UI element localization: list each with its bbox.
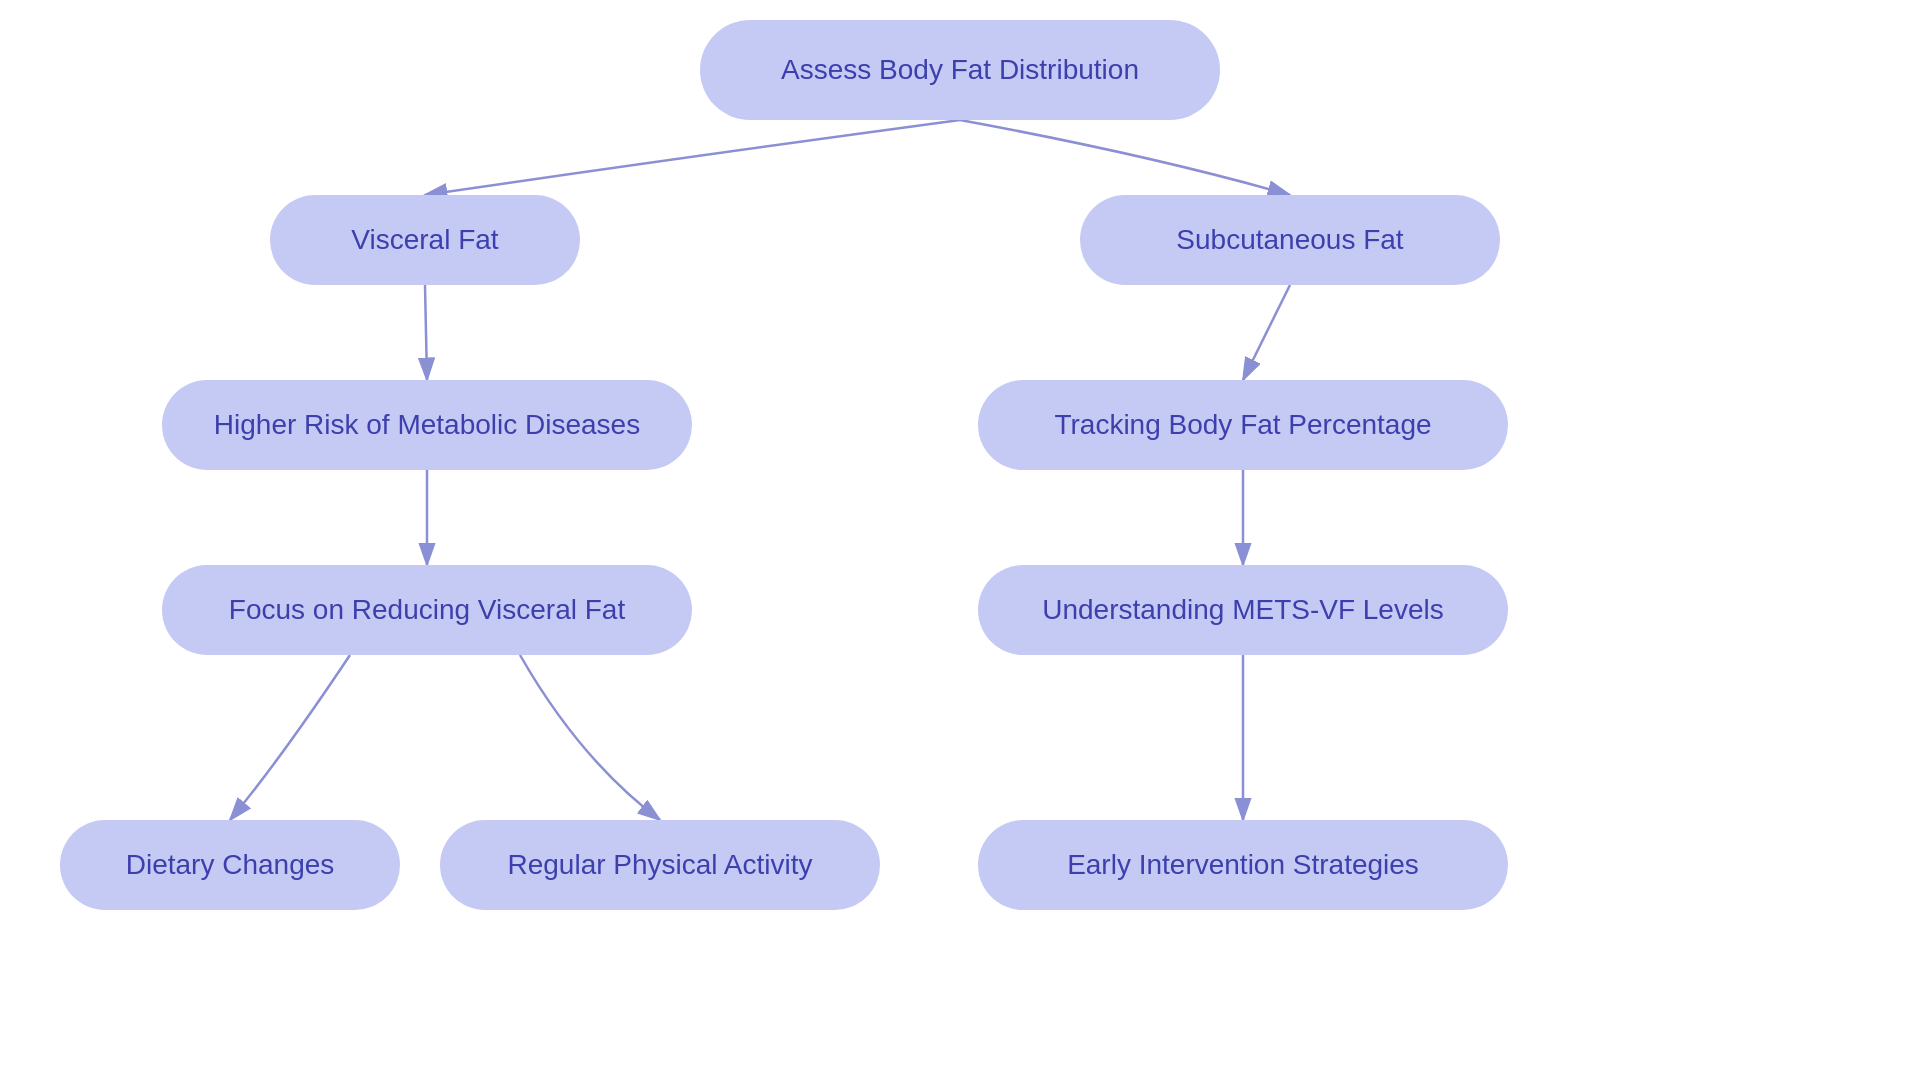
- node-early: Early Intervention Strategies: [978, 820, 1508, 910]
- node-higher-risk: Higher Risk of Metabolic Diseases: [162, 380, 692, 470]
- connectors-svg: [0, 0, 1920, 1083]
- node-dietary: Dietary Changes: [60, 820, 400, 910]
- node-focus: Focus on Reducing Visceral Fat: [162, 565, 692, 655]
- node-physical: Regular Physical Activity: [440, 820, 880, 910]
- node-root: Assess Body Fat Distribution: [700, 20, 1220, 120]
- svg-line-1: [425, 285, 427, 380]
- node-tracking: Tracking Body Fat Percentage: [978, 380, 1508, 470]
- node-mets: Understanding METS-VF Levels: [978, 565, 1508, 655]
- svg-line-2: [1243, 285, 1290, 380]
- node-visceral: Visceral Fat: [270, 195, 580, 285]
- diagram-container: Assess Body Fat Distribution Visceral Fa…: [0, 0, 1920, 1083]
- node-subcutaneous: Subcutaneous Fat: [1080, 195, 1500, 285]
